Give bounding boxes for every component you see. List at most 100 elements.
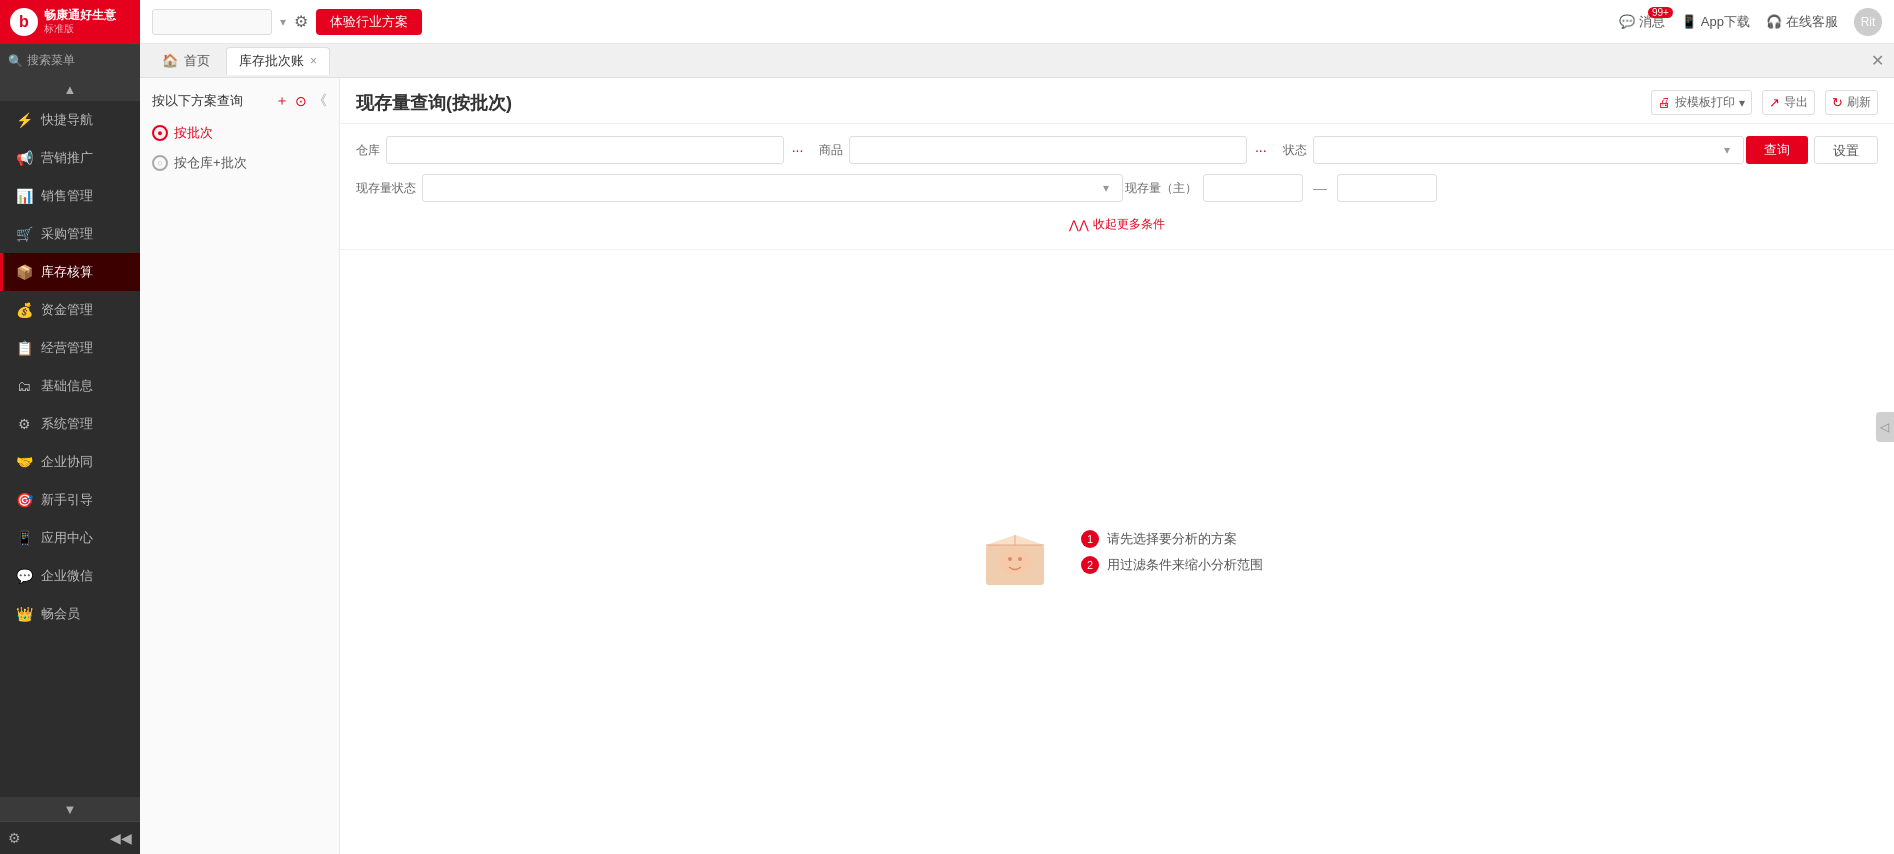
sidebar-item-system[interactable]: ⚙ 系统管理 (0, 405, 140, 443)
print-icon: 🖨 (1658, 95, 1671, 110)
refresh-label: 刷新 (1847, 94, 1871, 111)
sidebar-item-purchase[interactable]: 🛒 采购管理 (0, 215, 140, 253)
user-avatar-item[interactable]: Rit (1854, 8, 1882, 36)
sidebar-item-newbie[interactable]: 🎯 新手引导 (0, 481, 140, 519)
tab-home[interactable]: 🏠 首页 (150, 47, 222, 75)
stock-qty-dash: — (1309, 180, 1331, 196)
plan-label-by-warehouse-batch: 按仓库+批次 (174, 154, 247, 172)
settings-button[interactable]: 设置 (1814, 136, 1878, 164)
collapse-sidebar-icon[interactable]: ◀◀ (110, 830, 132, 846)
online-service-label: 在线客服 (1786, 13, 1838, 31)
sidebar-item-label: 企业微信 (41, 567, 93, 585)
app-version: 标准版 (44, 22, 116, 36)
wechat-icon: 💬 (15, 567, 33, 585)
user-name: Rit (1861, 15, 1876, 29)
plan-item-by-warehouse-batch[interactable]: ○ 按仓库+批次 (140, 148, 339, 178)
sidebar-item-enterprise[interactable]: 🤝 企业协同 (0, 443, 140, 481)
sidebar-item-label: 库存核算 (41, 263, 93, 281)
scroll-down-button[interactable]: ▼ (0, 797, 140, 821)
warehouse-input[interactable] (386, 136, 784, 164)
app-download-item[interactable]: 📱 App下载 (1681, 13, 1750, 31)
settings-icon[interactable]: ⚙ (8, 830, 21, 846)
close-all-tabs-icon[interactable]: ✕ (1871, 51, 1884, 70)
messages-item[interactable]: 💬 消息 99+ (1619, 13, 1665, 31)
sidebar-item-label: 采购管理 (41, 225, 93, 243)
collapse-panel-icon[interactable]: 《 (313, 92, 327, 110)
product-dots[interactable]: ··· (1255, 142, 1267, 158)
empty-illustration (971, 507, 1061, 597)
tabbar: 🏠 首页 库存批次账 × ✕ (140, 44, 1894, 78)
stock-status-select[interactable] (422, 174, 1123, 202)
left-panel-actions: ＋ ⊙ 《 (275, 92, 327, 110)
status-filter: 状态 ▾ (1283, 136, 1730, 164)
topbar-search-input[interactable] (152, 9, 272, 35)
sidebar-item-label: 企业协同 (41, 453, 93, 471)
sidebar-item-label: 应用中心 (41, 529, 93, 547)
stock-qty-max-input[interactable] (1337, 174, 1437, 202)
sidebar-item-marketing[interactable]: 📢 营销推广 (0, 139, 140, 177)
print-dropdown-icon: ▾ (1739, 96, 1745, 110)
tab-inventory-batch[interactable]: 库存批次账 × (226, 47, 330, 75)
collapse-more-conditions[interactable]: ⋀⋀ 收起更多条件 (356, 212, 1878, 237)
print-label: 按模板打印 (1675, 94, 1735, 111)
sidebar-search[interactable]: 🔍 搜索菜单 (0, 44, 140, 77)
tab-active-label: 库存批次账 (239, 52, 304, 70)
right-panel: 现存量查询(按批次) 🖨 按模板打印 ▾ ↗ 导出 ↻ 刷新 (340, 78, 1894, 854)
purchase-icon: 🛒 (15, 225, 33, 243)
sidebar-item-label: 畅会员 (41, 605, 80, 623)
sidebar-title: 畅康通好生意 标准版 (44, 8, 116, 36)
svg-point-5 (1008, 557, 1012, 561)
export-btn[interactable]: ↗ 导出 (1762, 90, 1815, 115)
sidebar-item-inventory[interactable]: 📦 库存核算 (0, 253, 140, 291)
hint-num-2: 2 (1081, 556, 1099, 574)
sidebar-item-sales[interactable]: 📊 销售管理 (0, 177, 140, 215)
export-icon: ↗ (1769, 95, 1780, 110)
sidebar-item-finance[interactable]: 💰 资金管理 (0, 291, 140, 329)
stock-qty-label: 现存量（主） (1125, 180, 1197, 197)
stock-qty-min-input[interactable] (1203, 174, 1303, 202)
empty-hints: 1 请先选择要分析的方案 2 用过滤条件来缩小分析范围 (1081, 530, 1263, 574)
query-button[interactable]: 查询 (1746, 136, 1808, 164)
sidebar-item-label: 基础信息 (41, 377, 93, 395)
sidebar-item-wechat[interactable]: 💬 企业微信 (0, 557, 140, 595)
home-icon: 🏠 (162, 53, 178, 68)
page-header: 现存量查询(按批次) 🖨 按模板打印 ▾ ↗ 导出 ↻ 刷新 (340, 78, 1894, 124)
refresh-btn[interactable]: ↻ 刷新 (1825, 90, 1878, 115)
industry-btn[interactable]: 体验行业方案 (316, 9, 422, 35)
add-plan-icon[interactable]: ＋ (275, 92, 289, 110)
online-service-item[interactable]: 🎧 在线客服 (1766, 13, 1838, 31)
warehouse-dots[interactable]: ··· (792, 142, 804, 158)
sidebar-item-basic[interactable]: 🗂 基础信息 (0, 367, 140, 405)
hint-num-1: 1 (1081, 530, 1099, 548)
edge-tab-icon: ◁ (1878, 420, 1892, 434)
sidebar-item-quick-nav[interactable]: ⚡ 快捷导航 (0, 101, 140, 139)
sidebar-footer: ⚙ ◀◀ (0, 821, 140, 854)
right-edge-tab[interactable]: ◁ (1876, 412, 1894, 442)
topbar-chevron-icon: ▾ (280, 15, 286, 29)
search-icon: 🔍 (8, 54, 23, 68)
tab-close-icon[interactable]: × (310, 54, 317, 68)
search-label: 搜索菜单 (27, 52, 75, 69)
stock-status-label: 现存量状态 (356, 180, 416, 197)
empty-hint-2: 2 用过滤条件来缩小分析范围 (1081, 556, 1263, 574)
print-btn[interactable]: 🖨 按模板打印 ▾ (1651, 90, 1752, 115)
sidebar-item-operation[interactable]: 📋 经营管理 (0, 329, 140, 367)
product-input[interactable] (849, 136, 1247, 164)
operation-icon: 📋 (15, 339, 33, 357)
status-select[interactable] (1313, 136, 1744, 164)
topbar-gear-icon[interactable]: ⚙ (294, 12, 308, 31)
sidebar-item-appstore[interactable]: 📱 应用中心 (0, 519, 140, 557)
sidebar: b 畅康通好生意 标准版 🔍 搜索菜单 ▲ ⚡ 快捷导航 📢 营销推广 📊 销售… (0, 0, 140, 854)
filter-row-1: 仓库 ··· 商品 ··· 状态 (356, 136, 1878, 164)
page-actions: 🖨 按模板打印 ▾ ↗ 导出 ↻ 刷新 (1651, 90, 1878, 115)
sidebar-item-label: 销售管理 (41, 187, 93, 205)
marketing-icon: 📢 (15, 149, 33, 167)
filter-area: 仓库 ··· 商品 ··· 状态 (340, 124, 1894, 250)
topbar-right: 💬 消息 99+ 📱 App下载 🎧 在线客服 Rit (1619, 8, 1882, 36)
plan-settings-icon[interactable]: ⊙ (295, 93, 307, 109)
content-area: 按以下方案查询 ＋ ⊙ 《 ● 按批次 ○ 按仓库+批次 现存量查询(按批次) (140, 78, 1894, 854)
sidebar-item-vip[interactable]: 👑 畅会员 (0, 595, 140, 633)
stock-qty-filter: 现存量（主） — (1125, 174, 1878, 202)
plan-item-by-batch[interactable]: ● 按批次 (140, 118, 339, 148)
scroll-up-button[interactable]: ▲ (0, 77, 140, 101)
